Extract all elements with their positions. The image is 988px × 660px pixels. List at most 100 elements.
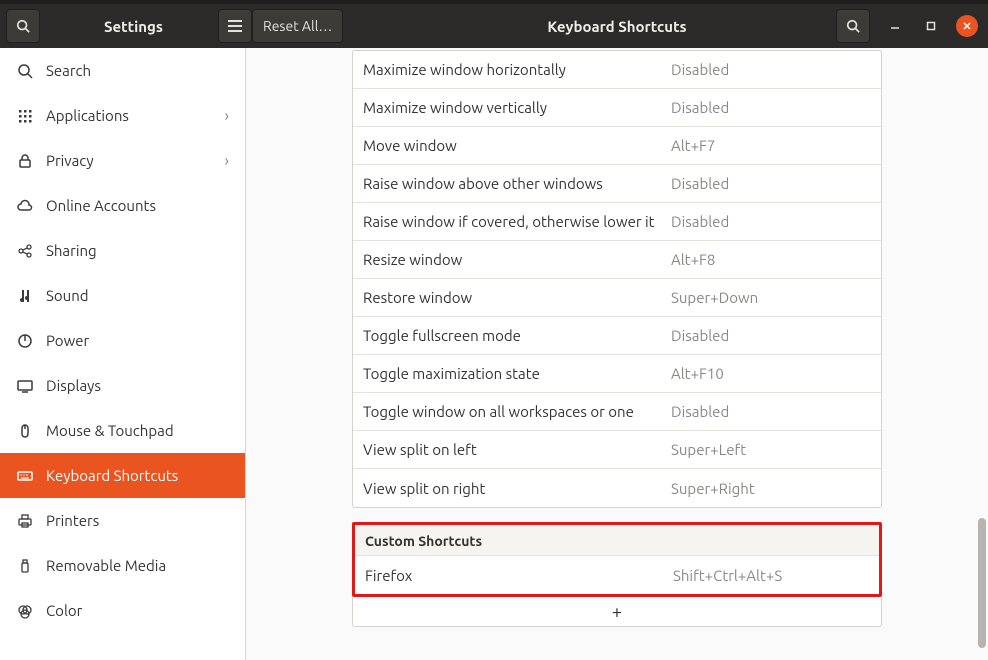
sidebar-item-sound[interactable]: Sound: [0, 273, 245, 318]
sidebar-item-privacy[interactable]: Privacy›: [0, 138, 245, 183]
sidebar-item-removable-media[interactable]: Removable Media: [0, 543, 245, 588]
shortcut-action: Move window: [363, 137, 671, 154]
titlebar-left: Settings: [6, 9, 252, 43]
share-icon: [16, 242, 34, 260]
search-icon: [846, 19, 860, 33]
shortcut-action: Restore window: [363, 289, 671, 306]
maximize-button[interactable]: [920, 15, 942, 37]
add-shortcut-button[interactable]: +: [352, 597, 882, 627]
shortcut-value: Disabled: [671, 327, 729, 344]
shortcut-value: Alt+F10: [671, 365, 724, 382]
sidebar-item-applications[interactable]: Applications›: [0, 93, 245, 138]
scrollbar-thumb[interactable]: [978, 518, 986, 648]
shortcut-value: Super+Left: [671, 441, 746, 458]
displays-icon: [16, 377, 34, 395]
content-scrollbar[interactable]: [976, 48, 988, 660]
sound-icon: [16, 287, 34, 305]
custom-shortcuts-header: Custom Shortcuts: [355, 525, 879, 556]
shortcut-row[interactable]: Maximize window horizontallyDisabled: [353, 51, 881, 89]
page-title-wrap: Keyboard Shortcuts: [252, 18, 982, 35]
sidebar-item-printers[interactable]: Printers: [0, 498, 245, 543]
sidebar-item-label: Online Accounts: [46, 197, 229, 214]
shortcut-row[interactable]: View split on leftSuper+Left: [353, 431, 881, 469]
shortcut-row[interactable]: Resize windowAlt+F8: [353, 241, 881, 279]
shortcut-value: Shift+Ctrl+Alt+S: [673, 567, 782, 584]
titlebar-right: Reset All… Keyboard Shortcuts: [252, 9, 982, 43]
color-icon: [16, 602, 34, 620]
hamburger-icon: [228, 20, 242, 32]
shortcut-action: Firefox: [365, 567, 673, 584]
titlebar: Settings Reset All… Keyboard Shortcuts: [0, 0, 988, 48]
shortcut-action: Toggle window on all workspaces or one: [363, 403, 671, 420]
sidebar-item-keyboard-shortcuts[interactable]: Keyboard Shortcuts: [0, 453, 245, 498]
shortcut-row[interactable]: Raise window if covered, otherwise lower…: [353, 203, 881, 241]
shortcut-value: Disabled: [671, 403, 729, 420]
shortcut-row[interactable]: View split on rightSuper+Right: [353, 469, 881, 507]
settings-title: Settings: [104, 18, 163, 35]
shortcut-value: Super+Right: [671, 480, 755, 497]
shortcut-action: Resize window: [363, 251, 671, 268]
shortcut-row[interactable]: Maximize window verticallyDisabled: [353, 89, 881, 127]
shortcut-action: Toggle fullscreen mode: [363, 327, 671, 344]
shortcuts-panel: Maximize window horizontallyDisabledMaxi…: [352, 50, 882, 660]
close-button[interactable]: [956, 15, 978, 37]
page-title: Keyboard Shortcuts: [547, 18, 686, 35]
sidebar-item-label: Mouse & Touchpad: [46, 422, 229, 439]
search-icon: [16, 19, 30, 33]
main: SearchApplications›Privacy›Online Accoun…: [0, 48, 988, 660]
shortcut-row[interactable]: Move windowAlt+F7: [353, 127, 881, 165]
shortcut-action: Maximize window horizontally: [363, 61, 671, 78]
shortcut-value: Disabled: [671, 99, 729, 116]
sidebar-item-label: Color: [46, 602, 229, 619]
shortcut-value: Disabled: [671, 175, 729, 192]
chevron-right-icon: ›: [225, 107, 230, 125]
minimize-icon: [890, 21, 900, 31]
sidebar-item-mouse-touchpad[interactable]: Mouse & Touchpad: [0, 408, 245, 453]
custom-shortcut-row[interactable]: FirefoxShift+Ctrl+Alt+S: [355, 556, 879, 594]
sidebar: SearchApplications›Privacy›Online Accoun…: [0, 48, 246, 660]
shortcut-action: Raise window if covered, otherwise lower…: [363, 213, 671, 230]
sidebar-item-label: Power: [46, 332, 229, 349]
chevron-right-icon: ›: [225, 152, 230, 170]
header-search-button[interactable]: [836, 9, 870, 43]
sidebar-item-label: Sound: [46, 287, 229, 304]
apps-icon: [16, 107, 34, 125]
sidebar-item-label: Keyboard Shortcuts: [46, 467, 229, 484]
sidebar-item-label: Removable Media: [46, 557, 229, 574]
sidebar-item-online-accounts[interactable]: Online Accounts: [0, 183, 245, 228]
cloud-icon: [16, 197, 34, 215]
search-icon: [16, 62, 34, 80]
custom-shortcuts-section: Custom Shortcuts FirefoxShift+Ctrl+Alt+S: [355, 525, 879, 594]
shortcut-action: Maximize window vertically: [363, 99, 671, 116]
shortcut-row[interactable]: Restore windowSuper+Down: [353, 279, 881, 317]
lock-icon: [16, 152, 34, 170]
printer-icon: [16, 512, 34, 530]
sidebar-item-sharing[interactable]: Sharing: [0, 228, 245, 273]
shortcut-row[interactable]: Toggle maximization stateAlt+F10: [353, 355, 881, 393]
sidebar-item-color[interactable]: Color: [0, 588, 245, 633]
shortcut-action: View split on left: [363, 441, 671, 458]
sidebar-item-search[interactable]: Search: [0, 48, 245, 93]
shortcut-value: Alt+F8: [671, 251, 715, 268]
keyboard-icon: [16, 467, 34, 485]
usb-icon: [16, 557, 34, 575]
shortcut-value: Disabled: [671, 61, 729, 78]
shortcut-row[interactable]: Raise window above other windowsDisabled: [353, 165, 881, 203]
shortcut-value: Alt+F7: [671, 137, 715, 154]
sidebar-search-button[interactable]: [6, 9, 40, 43]
custom-shortcuts-highlight: Custom Shortcuts FirefoxShift+Ctrl+Alt+S: [352, 522, 882, 597]
content-area: Maximize window horizontallyDisabledMaxi…: [246, 48, 988, 660]
sidebar-item-displays[interactable]: Displays: [0, 363, 245, 408]
shortcut-action: View split on right: [363, 480, 671, 497]
sidebar-item-label: Sharing: [46, 242, 229, 259]
hamburger-menu-button[interactable]: [218, 9, 252, 43]
shortcut-row[interactable]: Toggle window on all workspaces or oneDi…: [353, 393, 881, 431]
maximize-icon: [926, 21, 936, 31]
reset-all-button[interactable]: Reset All…: [252, 9, 343, 43]
shortcut-row[interactable]: Toggle fullscreen modeDisabled: [353, 317, 881, 355]
sidebar-item-label: Privacy: [46, 152, 225, 169]
close-icon: [962, 21, 972, 31]
window-controls: [884, 15, 978, 37]
minimize-button[interactable]: [884, 15, 906, 37]
sidebar-item-power[interactable]: Power: [0, 318, 245, 363]
